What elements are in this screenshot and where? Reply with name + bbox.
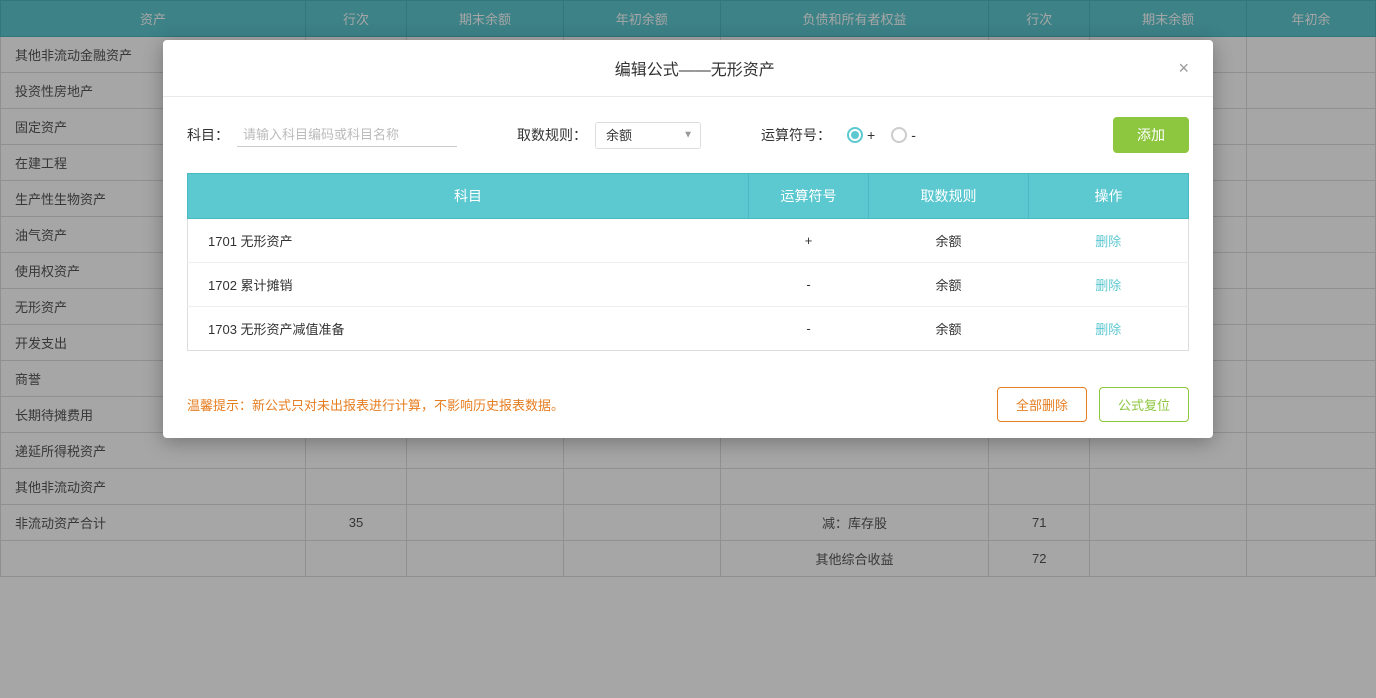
operator-plus-radio[interactable]: + — [847, 127, 875, 143]
formula-action-cell: 删除 — [1029, 307, 1189, 351]
formula-subject-cell: 1703 无形资产减值准备 — [188, 307, 749, 351]
formula-subject-cell: 1702 累计摊销 — [188, 263, 749, 307]
formula-action-cell: 删除 — [1029, 219, 1189, 263]
rule-select[interactable]: 余额 借方发生额 贷方发生额 借方累计 贷方累计 — [595, 122, 701, 149]
operator-plus-label: + — [867, 127, 875, 143]
formula-operator-cell: + — [749, 219, 869, 263]
radio-plus-icon — [847, 127, 863, 143]
footer-buttons: 全部删除 公式复位 — [997, 387, 1189, 422]
formula-rule-cell: 余额 — [869, 307, 1029, 351]
delete-all-button[interactable]: 全部删除 — [997, 387, 1087, 422]
formula-operator-cell: - — [749, 263, 869, 307]
radio-minus-icon — [891, 127, 907, 143]
add-button[interactable]: 添加 — [1113, 117, 1189, 153]
reset-formula-button[interactable]: 公式复位 — [1099, 387, 1189, 422]
modal-title: 编辑公式——无形资产 — [211, 56, 1178, 80]
delete-row-button[interactable]: 删除 — [1095, 278, 1121, 293]
rule-section: 取数规则： 余额 借方发生额 贷方发生额 借方累计 贷方累计 ▼ — [517, 122, 701, 149]
operator-section: 运算符号： + - — [761, 125, 916, 145]
modal-footer: 温馨提示：新公式只对未出报表进行计算，不影响历史报表数据。 全部删除 公式复位 — [163, 371, 1213, 438]
modal-body: 科目： 取数规则： 余额 借方发生额 贷方发生额 借方累计 贷方累计 — [163, 97, 1213, 371]
subject-label: 科目： — [187, 125, 229, 145]
form-row: 科目： 取数规则： 余额 借方发生额 贷方发生额 借方累计 贷方累计 — [187, 117, 1189, 153]
delete-row-button[interactable]: 删除 — [1095, 322, 1121, 337]
table-row: 1703 无形资产减值准备-余额 删除 — [188, 307, 1189, 351]
operator-label: 运算符号： — [761, 125, 831, 145]
formula-rule-cell: 余额 — [869, 263, 1029, 307]
col-operator-header: 运算符号 — [749, 174, 869, 219]
rule-label: 取数规则： — [517, 125, 587, 145]
formula-subject-cell: 1701 无形资产 — [188, 219, 749, 263]
modal-backdrop: 编辑公式——无形资产 × 科目： 取数规则： 余额 借方发生额 — [0, 0, 1376, 698]
col-subject-header: 科目 — [188, 174, 749, 219]
modal-header: 编辑公式——无形资产 × — [163, 40, 1213, 97]
modal-close-button[interactable]: × — [1178, 59, 1189, 77]
operator-minus-label: - — [911, 127, 916, 143]
col-action-header: 操作 — [1029, 174, 1189, 219]
formula-rule-cell: 余额 — [869, 219, 1029, 263]
table-row: 1702 累计摊销-余额 删除 — [188, 263, 1189, 307]
operator-radio-group: + - — [847, 127, 916, 143]
hint-text: 温馨提示：新公式只对未出报表进行计算，不影响历史报表数据。 — [187, 395, 564, 414]
formula-table: 科目 运算符号 取数规则 操作 1701 无形资产+余额删除1702 累计摊销-… — [187, 173, 1189, 351]
formula-operator-cell: - — [749, 307, 869, 351]
subject-section: 科目： — [187, 123, 457, 147]
delete-row-button[interactable]: 删除 — [1095, 234, 1121, 249]
subject-input[interactable] — [237, 123, 457, 147]
edit-formula-modal: 编辑公式——无形资产 × 科目： 取数规则： 余额 借方发生额 — [163, 40, 1213, 438]
formula-action-cell: 删除 — [1029, 263, 1189, 307]
operator-minus-radio[interactable]: - — [891, 127, 916, 143]
table-row: 1701 无形资产+余额 删除 — [188, 219, 1189, 263]
rule-select-wrap: 余额 借方发生额 贷方发生额 借方累计 贷方累计 ▼ — [595, 122, 701, 149]
col-rule-header: 取数规则 — [869, 174, 1029, 219]
